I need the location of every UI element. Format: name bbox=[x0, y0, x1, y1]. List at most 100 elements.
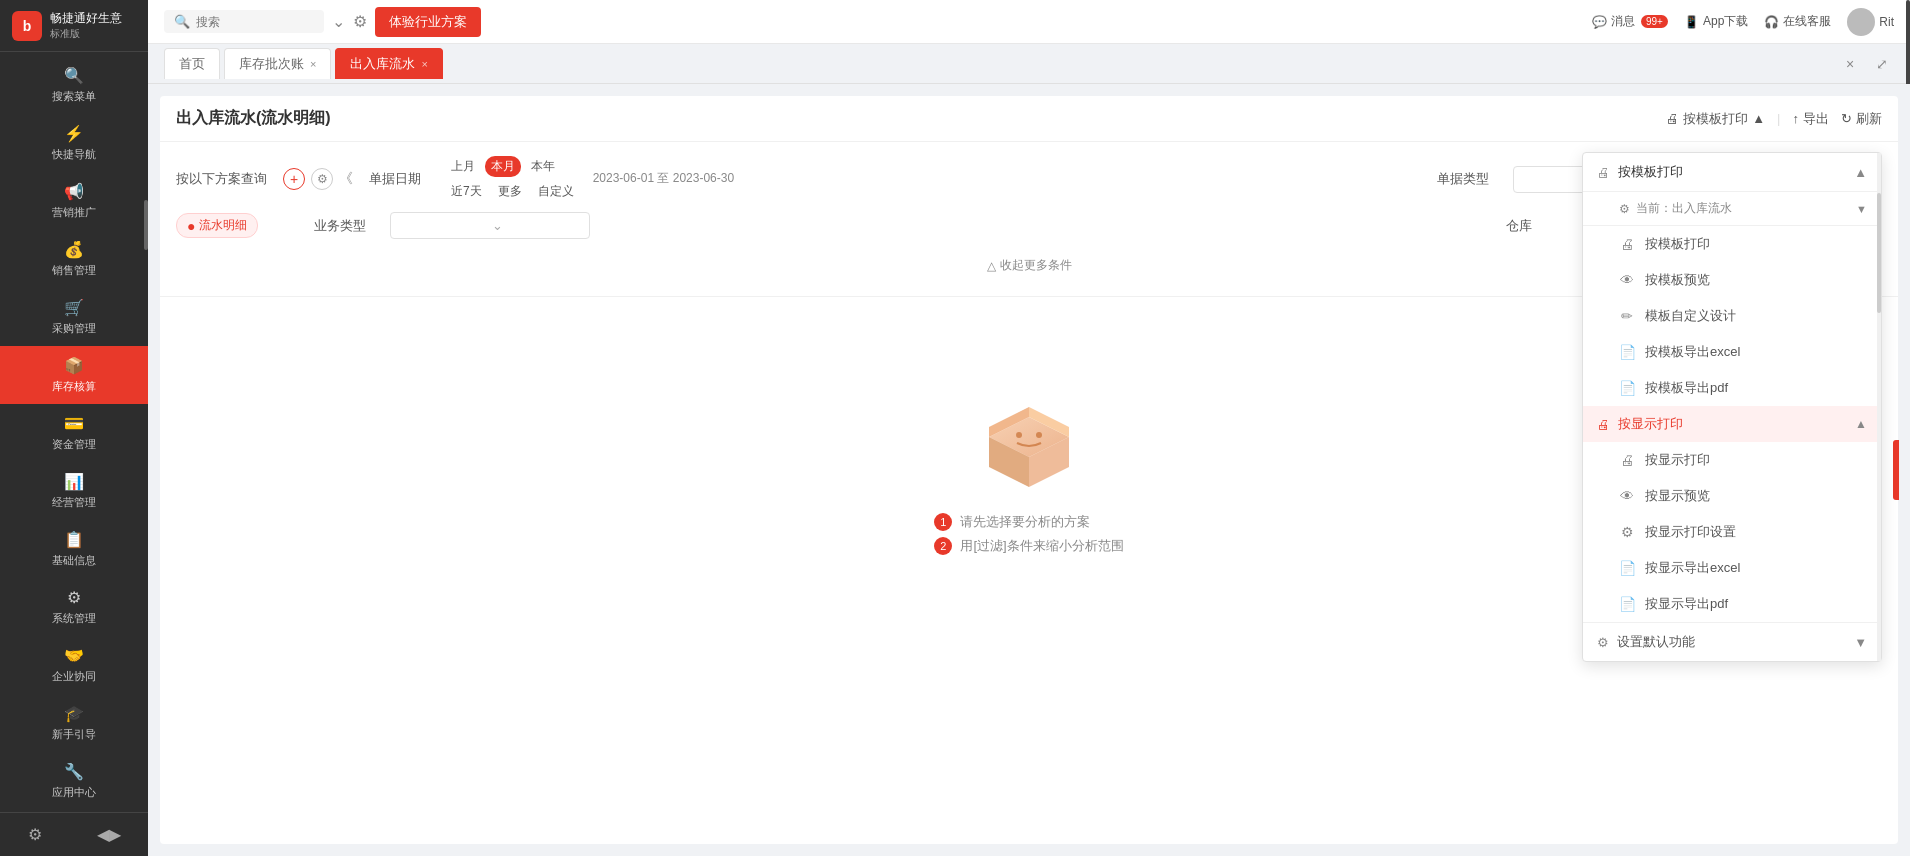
refresh-btn[interactable]: ↻ 刷新 bbox=[1841, 110, 1882, 128]
date-option-thismonth[interactable]: 本月 bbox=[485, 156, 521, 177]
page-title: 出入库流水(流水明细) bbox=[176, 108, 331, 129]
window-close-btn[interactable]: × bbox=[1838, 52, 1862, 76]
tab-inventory-batch[interactable]: 库存批次账 × bbox=[224, 48, 331, 79]
dropdown-current-icon: ⚙ bbox=[1619, 202, 1630, 216]
date-option-more[interactable]: 更多 bbox=[492, 181, 528, 202]
sidebar-item-inventory[interactable]: 📦 库存核算 bbox=[0, 346, 148, 404]
filter-label: 按以下方案查询 bbox=[176, 170, 267, 188]
sidebar-item-enterprise[interactable]: 🤝 企业协同 bbox=[0, 636, 148, 694]
dropdown-item-template-design[interactable]: ✏ 模板自定义设计 bbox=[1583, 298, 1881, 334]
sidebar-item-appcenter[interactable]: 🔧 应用中心 bbox=[0, 752, 148, 810]
dropdown-item-display-excel[interactable]: 📄 按显示导出excel bbox=[1583, 550, 1881, 586]
search-icon: 🔍 bbox=[64, 66, 84, 85]
filter-add-btn[interactable]: + bbox=[283, 168, 305, 190]
message-btn[interactable]: 💬 消息 99+ bbox=[1592, 13, 1668, 30]
voucher-type-label: 单据类型 bbox=[1437, 170, 1507, 188]
template-preview-icon: 👁 bbox=[1619, 272, 1635, 288]
date-option-custom[interactable]: 自定义 bbox=[532, 181, 580, 202]
dropdown-item-template-print[interactable]: 🖨 按模板打印 bbox=[1583, 226, 1881, 262]
tab-flow-close[interactable]: × bbox=[421, 58, 427, 70]
tab-home[interactable]: 首页 bbox=[164, 48, 220, 79]
step2-label: 用[过滤]条件来缩小分析范围 bbox=[960, 537, 1123, 555]
business-type-select[interactable]: ⌄ bbox=[390, 212, 590, 239]
dropdown-main-header[interactable]: 🖨 按模板打印 ▲ bbox=[1583, 153, 1881, 192]
flow-type-chip[interactable]: ● 流水明细 bbox=[176, 213, 258, 238]
tab-inventory-batch-label: 库存批次账 bbox=[239, 55, 304, 73]
system-icon: ⚙ bbox=[67, 588, 81, 607]
date-filter-section: 单据日期 上月 本月 本年 近7天 更多 自定义 2023-06-01 至 20… bbox=[369, 156, 851, 202]
search-box[interactable]: 🔍 bbox=[164, 10, 324, 33]
sidebar-item-management[interactable]: 📊 经营管理 bbox=[0, 462, 148, 520]
tab-home-label: 首页 bbox=[179, 55, 205, 73]
sidebar-item-finance[interactable]: 💳 资金管理 bbox=[0, 404, 148, 462]
tabbar: 首页 库存批次账 × 出入库流水 × × ⤢ bbox=[148, 44, 1910, 84]
page-header-actions: 🖨 按模板打印 ▲ | ↑ 导出 ↻ 刷新 bbox=[1666, 110, 1882, 128]
user-name: Rit bbox=[1879, 15, 1894, 29]
display-excel-label: 按显示导出excel bbox=[1645, 559, 1740, 577]
sidebar-item-system[interactable]: ⚙ 系统管理 bbox=[0, 578, 148, 636]
print-btn[interactable]: 🖨 按模板打印 ▲ bbox=[1666, 110, 1765, 128]
sidebar-item-basics[interactable]: 📋 基础信息 bbox=[0, 520, 148, 578]
dropdown-footer[interactable]: ⚙ 设置默认功能 ▼ bbox=[1583, 622, 1881, 661]
sidebar-item-marketing[interactable]: 📢 营销推广 bbox=[0, 172, 148, 230]
dropdown-current-row[interactable]: ⚙ 当前：出入库流水 ▼ bbox=[1583, 192, 1881, 226]
sidebar-item-search[interactable]: 🔍 搜索菜单 bbox=[0, 56, 148, 114]
date-option-lastmonth[interactable]: 上月 bbox=[445, 156, 481, 177]
sidebar-collapse-icon[interactable]: ◀▶ bbox=[97, 825, 121, 844]
date-filter: 上月 本月 本年 近7天 更多 自定义 bbox=[445, 156, 583, 202]
sidebar-item-wechat[interactable]: 💬 企业微信 bbox=[0, 810, 148, 812]
sales-icon: 💰 bbox=[64, 240, 84, 259]
settings-icon[interactable]: ⌄ bbox=[332, 12, 345, 31]
company-name: 畅捷通好生意 bbox=[50, 10, 122, 27]
inventory-icon: 📦 bbox=[64, 356, 84, 375]
sidebar-item-label: 销售管理 bbox=[52, 263, 96, 278]
sidebar-item-label: 搜索菜单 bbox=[52, 89, 96, 104]
dropdown-item-template-pdf[interactable]: 📄 按模板导出pdf bbox=[1583, 370, 1881, 406]
template-pdf-label: 按模板导出pdf bbox=[1645, 379, 1728, 397]
appcenter-icon: 🔧 bbox=[64, 762, 84, 781]
collapse-btn[interactable]: △ 收起更多条件 bbox=[987, 257, 1072, 274]
sidebar-item-quicknav[interactable]: ⚡ 快捷导航 bbox=[0, 114, 148, 172]
sidebar-item-purchase[interactable]: 🛒 采购管理 bbox=[0, 288, 148, 346]
app-download-btn[interactable]: 📱 App下载 bbox=[1684, 13, 1748, 30]
sidebar-item-newguide[interactable]: 🎓 新手引导 bbox=[0, 694, 148, 752]
date-label: 单据日期 bbox=[369, 170, 439, 188]
dropdown-current-arrow: ▼ bbox=[1856, 203, 1867, 215]
sidebar-settings-icon[interactable]: ⚙ bbox=[28, 825, 42, 844]
refresh-label: 刷新 bbox=[1856, 110, 1882, 128]
display-section-arrow: ▲ bbox=[1855, 417, 1867, 431]
sidebar-item-label: 新手引导 bbox=[52, 727, 96, 742]
dropdown-item-template-excel[interactable]: 📄 按模板导出excel bbox=[1583, 334, 1881, 370]
window-maximize-btn[interactable]: ⤢ bbox=[1870, 52, 1894, 76]
user-avatar-area[interactable]: Rit bbox=[1847, 8, 1894, 36]
right-edge-tab[interactable] bbox=[1893, 440, 1899, 500]
dropdown-item-template-preview[interactable]: 👁 按模板预览 bbox=[1583, 262, 1881, 298]
export-btn[interactable]: ↑ 导出 bbox=[1793, 110, 1830, 128]
topbar-gear-icon[interactable]: ⚙ bbox=[353, 12, 367, 31]
dropdown-item-display-settings[interactable]: ⚙ 按显示打印设置 bbox=[1583, 514, 1881, 550]
sidebar-item-label: 经营管理 bbox=[52, 495, 96, 510]
date-range: 2023-06-01 至 2023-06-30 bbox=[593, 171, 734, 185]
sidebar-item-label: 采购管理 bbox=[52, 321, 96, 336]
date-option-thisyear[interactable]: 本年 bbox=[525, 156, 561, 177]
tab-flow[interactable]: 出入库流水 × bbox=[335, 48, 442, 79]
sidebar-item-sales[interactable]: 💰 销售管理 bbox=[0, 230, 148, 288]
page-inner: 出入库流水(流水明细) 🖨 按模板打印 ▲ | ↑ 导出 bbox=[160, 96, 1898, 844]
filter-settings-btn[interactable]: ⚙ bbox=[311, 168, 333, 190]
display-section-label: 按显示打印 bbox=[1618, 415, 1683, 433]
dropdown-display-header[interactable]: 🖨 按显示打印 ▲ bbox=[1583, 406, 1881, 442]
filter-expand-btn[interactable]: 《 bbox=[339, 170, 353, 188]
dropdown-item-display-preview[interactable]: 👁 按显示预览 bbox=[1583, 478, 1881, 514]
sidebar-footer: ⚙ ◀▶ bbox=[0, 812, 148, 856]
user-avatar bbox=[1847, 8, 1875, 36]
service-btn[interactable]: 🎧 在线客服 bbox=[1764, 13, 1831, 30]
dropdown-item-display-print[interactable]: 🖨 按显示打印 bbox=[1583, 442, 1881, 478]
tab-inventory-batch-close[interactable]: × bbox=[310, 58, 316, 70]
dropdown-item-display-pdf[interactable]: 📄 按显示导出pdf bbox=[1583, 586, 1881, 622]
search-input[interactable] bbox=[196, 15, 296, 29]
date-option-7days[interactable]: 近7天 bbox=[445, 181, 488, 202]
dropdown-scrollbar-track bbox=[1877, 153, 1881, 661]
industry-btn[interactable]: 体验行业方案 bbox=[375, 7, 481, 37]
sidebar-navigation: 🔍 搜索菜单 ⚡ 快捷导航 📢 营销推广 💰 销售管理 🛒 采购管理 📦 bbox=[0, 52, 148, 812]
purchase-icon: 🛒 bbox=[64, 298, 84, 317]
